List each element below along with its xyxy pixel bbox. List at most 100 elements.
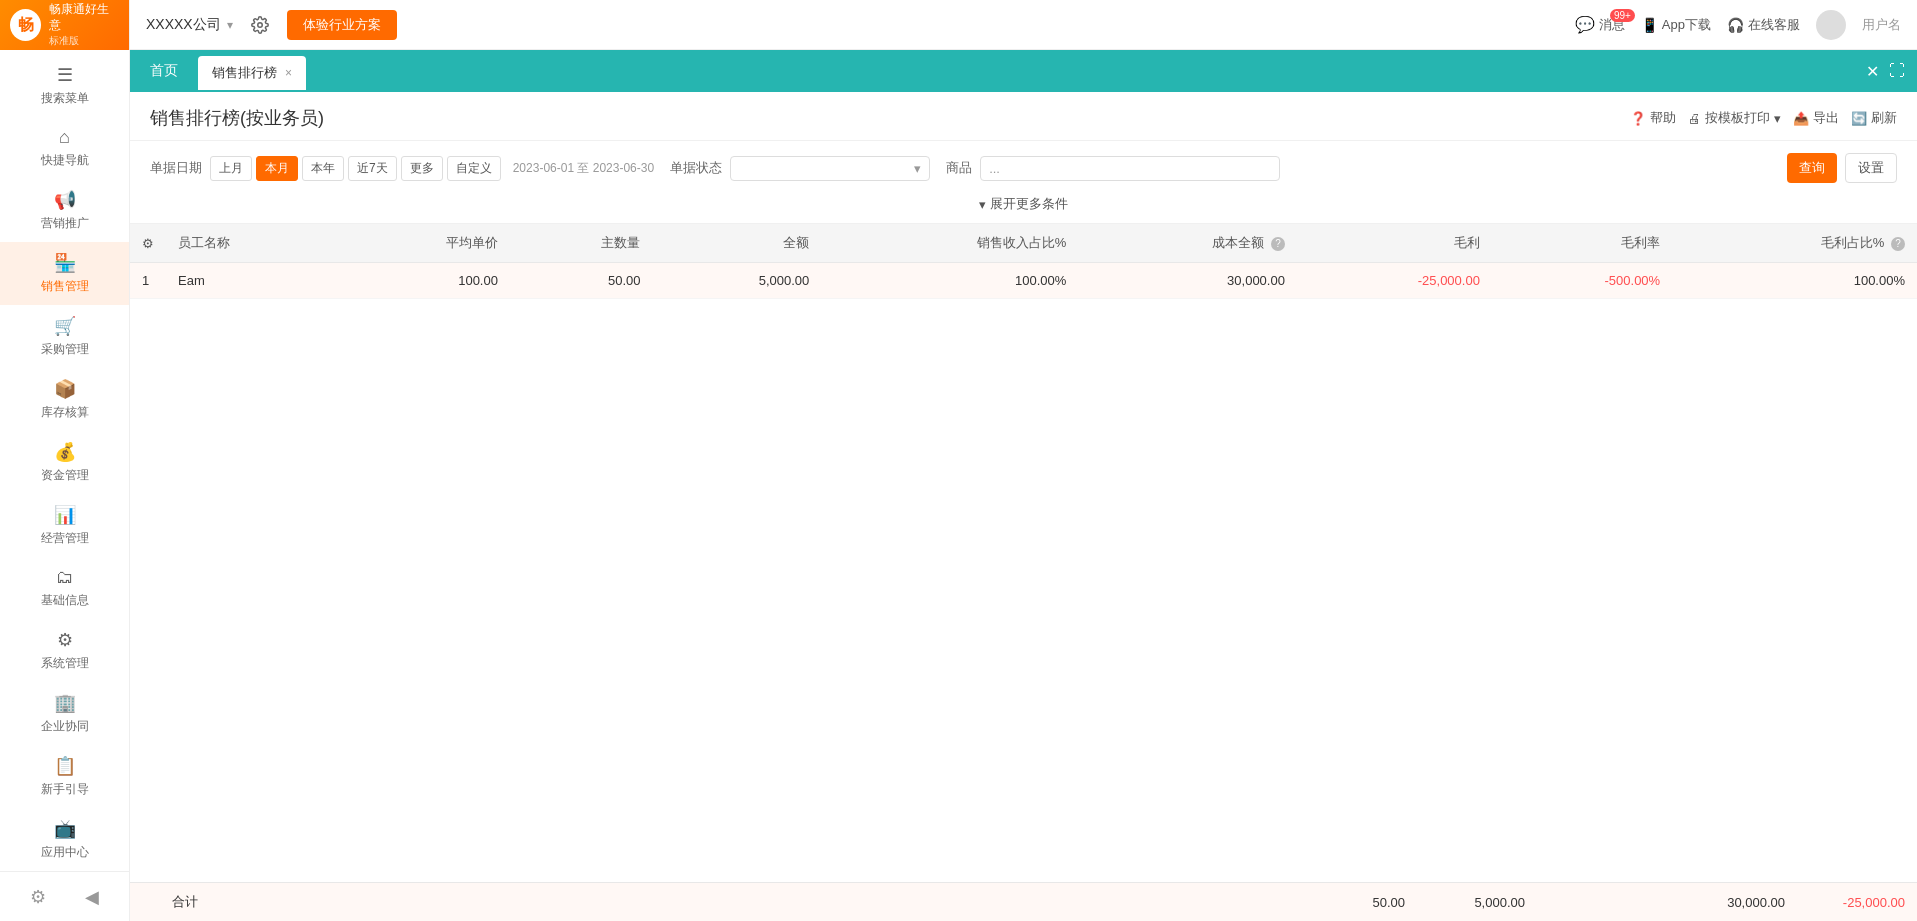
sidebar-collapse-icon[interactable]: ◀ [85, 886, 99, 908]
top-bar-right: 💬 消息 99+ 📱 App下载 🎧 在线客服 用户名 [1575, 10, 1901, 40]
sidebar-item-finance[interactable]: 💰 资金管理 [0, 431, 129, 494]
message-button[interactable]: 💬 消息 99+ [1575, 15, 1625, 34]
username: 用户名 [1862, 16, 1901, 34]
cell-gross-rate: -500.00% [1492, 263, 1672, 299]
sidebar-item-inventory[interactable]: 📦 库存核算 [0, 368, 129, 431]
avatar [1816, 10, 1846, 40]
status-filter-select[interactable]: ▾ [730, 156, 930, 181]
footer-cost: 30,000.00 [1685, 895, 1785, 910]
expand-more-button[interactable]: ▾ 展开更多条件 [150, 191, 1897, 217]
app-download-label: App下载 [1662, 16, 1711, 34]
sidebar: 畅 畅康通好生意 标准版 ☰ 搜索菜单 ⌂ 快捷导航 📢 营销推广 🏪 销售管理… [0, 0, 130, 921]
cell-cost: 30,000.00 [1078, 263, 1297, 299]
sidebar-item-guide[interactable]: 📋 新手引导 [0, 745, 129, 808]
trial-button[interactable]: 体验行业方案 [287, 10, 397, 40]
cell-sales-pct: 100.00% [821, 263, 1078, 299]
svg-point-0 [257, 22, 262, 27]
sidebar-item-search[interactable]: ☰ 搜索菜单 [0, 54, 129, 117]
print-button[interactable]: 🖨 按模板打印 ▾ [1688, 109, 1781, 127]
basic-icon: 🗂 [56, 567, 74, 588]
page-container: 销售排行榜(按业务员) ❓ 帮助 🖨 按模板打印 ▾ 📤 导出 [130, 92, 1917, 921]
sidebar-item-label: 采购管理 [41, 341, 89, 358]
date-btn-last-month[interactable]: 上月 [210, 156, 252, 181]
main-area: XXXXX公司 ▾ 体验行业方案 💬 消息 99+ 📱 App下载 🎧 在线客服 [130, 0, 1917, 921]
online-support-button[interactable]: 🎧 在线客服 [1727, 16, 1800, 34]
sidebar-item-apps[interactable]: 📺 应用中心 [0, 808, 129, 871]
help-icon: ❓ [1630, 111, 1646, 126]
sidebar-item-label: 基础信息 [41, 592, 89, 609]
export-icon: 📤 [1793, 111, 1809, 126]
refresh-button[interactable]: 🔄 刷新 [1851, 109, 1897, 127]
col-quantity: 主数量 [510, 224, 653, 263]
date-btn-7days[interactable]: 近7天 [348, 156, 397, 181]
tab-home[interactable]: 首页 [134, 50, 194, 92]
sidebar-item-label: 营销推广 [41, 215, 89, 232]
sidebar-item-corp[interactable]: 🏢 企业协同 [0, 682, 129, 745]
cell-quantity: 50.00 [510, 263, 653, 299]
logo-icon: 畅 [10, 9, 41, 41]
expand-label: 展开更多条件 [990, 195, 1068, 213]
app-name: 畅康通好生意 [49, 2, 119, 33]
sidebar-item-basic[interactable]: 🗂 基础信息 [0, 557, 129, 619]
col-cost: 成本全额 ? [1078, 224, 1297, 263]
date-btn-custom[interactable]: 自定义 [447, 156, 501, 181]
col-settings[interactable]: ⚙ [130, 224, 166, 263]
download-icon: 📱 [1641, 17, 1658, 33]
online-support-label: 在线客服 [1748, 16, 1800, 34]
company-selector[interactable]: XXXXX公司 ▾ [146, 16, 233, 34]
sidebar-item-label: 企业协同 [41, 718, 89, 735]
col-gross-rate: 毛利率 [1492, 224, 1672, 263]
filter-row: 单据日期 上月 本月 本年 近7天 更多 自定义 2023-06-01 至 20… [150, 153, 1897, 183]
inventory-icon: 📦 [54, 378, 76, 400]
headset-icon: 🎧 [1727, 17, 1744, 33]
export-button[interactable]: 📤 导出 [1793, 109, 1839, 127]
sidebar-item-marketing[interactable]: 📢 营销推广 [0, 179, 129, 242]
sidebar-item-label: 销售管理 [41, 278, 89, 295]
tab-close-icon[interactable]: × [285, 66, 292, 80]
sidebar-item-label: 快捷导航 [41, 152, 89, 169]
finance-icon: 💰 [54, 441, 76, 463]
date-range-display: 2023-06-01 至 2023-06-30 [513, 160, 654, 177]
col-avg-price: 平均单价 [338, 224, 510, 263]
goods-filter-select[interactable]: ... [980, 156, 1280, 181]
sidebar-item-shortcut[interactable]: ⌂ 快捷导航 [0, 117, 129, 179]
settings-filter-button[interactable]: 设置 [1845, 153, 1897, 183]
date-btn-more[interactable]: 更多 [401, 156, 443, 181]
tab-expand-icon[interactable]: ⛶ [1889, 62, 1905, 80]
help-button[interactable]: ❓ 帮助 [1630, 109, 1676, 127]
goods-filter-label: 商品 [946, 159, 972, 177]
date-filter-label: 单据日期 [150, 159, 202, 177]
query-button[interactable]: 查询 [1787, 153, 1837, 183]
cell-gross-profit: -25,000.00 [1297, 263, 1492, 299]
tab-sales-ranking[interactable]: 销售排行榜 × [198, 56, 306, 90]
footer-quantity: 50.00 [1325, 895, 1405, 910]
tab-bar-right: ✕ ⛶ [1866, 62, 1917, 81]
date-btn-this-month[interactable]: 本月 [256, 156, 298, 181]
sidebar-nav: ☰ 搜索菜单 ⌂ 快捷导航 📢 营销推广 🏪 销售管理 🛒 采购管理 📦 库存核… [0, 50, 129, 871]
app-download-button[interactable]: 📱 App下载 [1641, 16, 1711, 34]
sidebar-item-purchase[interactable]: 🛒 采购管理 [0, 305, 129, 368]
purchase-icon: 🛒 [54, 315, 76, 337]
sidebar-settings-icon[interactable]: ⚙ [30, 886, 46, 908]
sidebar-item-label: 资金管理 [41, 467, 89, 484]
cost-help-icon[interactable]: ? [1271, 237, 1285, 251]
cell-avg-price: 100.00 [338, 263, 510, 299]
sidebar-item-system[interactable]: ⚙ 系统管理 [0, 619, 129, 682]
company-settings-button[interactable] [245, 10, 275, 40]
company-name: XXXXX公司 [146, 16, 221, 34]
gross-pct-help-icon[interactable]: ? [1891, 237, 1905, 251]
col-employee: 员工名称 [166, 224, 338, 263]
system-icon: ⚙ [57, 629, 73, 651]
col-sales-pct: 销售收入占比% [821, 224, 1078, 263]
message-badge: 99+ [1610, 9, 1635, 22]
date-btn-this-year[interactable]: 本年 [302, 156, 344, 181]
sidebar-item-label: 系统管理 [41, 655, 89, 672]
sidebar-item-sales[interactable]: 🏪 销售管理 [0, 242, 129, 305]
sidebar-item-operations[interactable]: 📊 经营管理 [0, 494, 129, 557]
refresh-icon: 🔄 [1851, 111, 1867, 126]
print-chevron-icon: ▾ [1774, 111, 1781, 126]
tab-close-all-icon[interactable]: ✕ [1866, 62, 1879, 81]
status-filter-group: 单据状态 ▾ [670, 156, 930, 181]
print-icon: 🖨 [1688, 111, 1701, 126]
tab-bar: 首页 销售排行榜 × ✕ ⛶ [130, 50, 1917, 92]
